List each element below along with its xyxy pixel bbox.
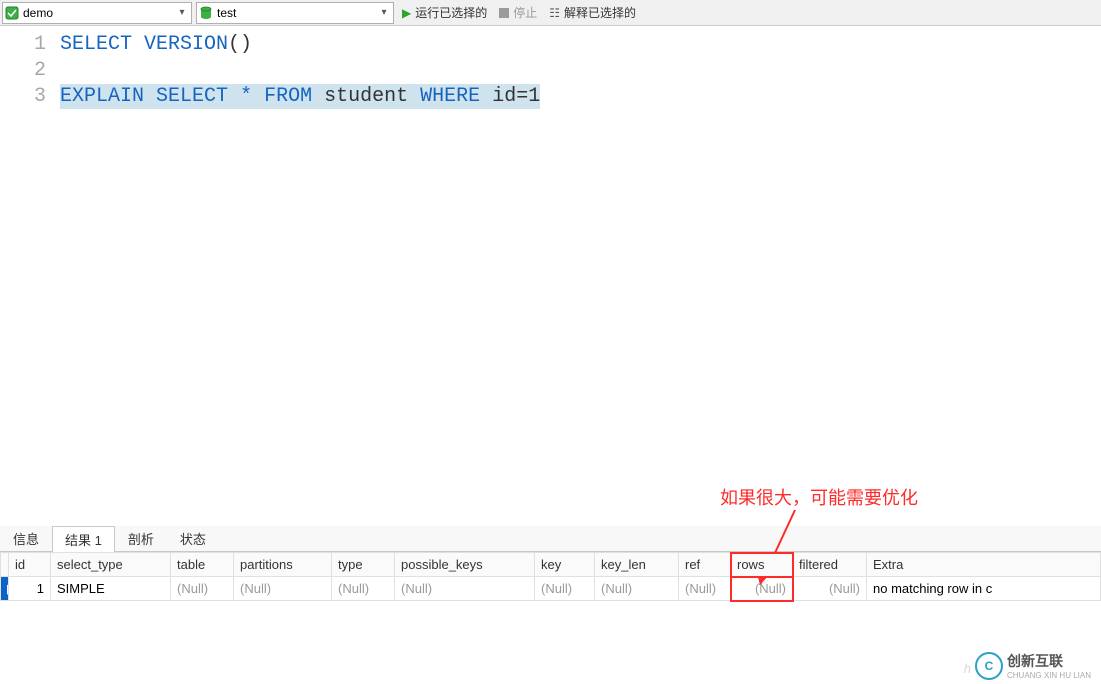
cell-ref[interactable]: (Null) bbox=[679, 577, 731, 601]
tab-info[interactable]: 信息 bbox=[0, 525, 52, 551]
database-dropdown[interactable]: test ▾ bbox=[196, 2, 394, 24]
explain-label: 解释已选择的 bbox=[564, 4, 636, 21]
cell-table[interactable]: (Null) bbox=[171, 577, 234, 601]
col-extra[interactable]: Extra bbox=[867, 553, 1101, 577]
stop-label: 停止 bbox=[513, 4, 537, 21]
col-table[interactable]: table bbox=[171, 553, 234, 577]
line-gutter: 1 2 3 bbox=[0, 32, 60, 526]
code-line: EXPLAIN SELECT * FROM student WHERE id=1 bbox=[60, 84, 1101, 110]
row-selector[interactable]: ▶ bbox=[1, 577, 9, 601]
sql-editor[interactable]: 1 2 3 SELECT VERSION() EXPLAIN SELECT * … bbox=[0, 26, 1101, 526]
explain-button[interactable]: ☷ 解释已选择的 bbox=[545, 4, 640, 21]
chevron-down-icon: ▾ bbox=[377, 7, 391, 18]
logo-icon: C bbox=[975, 652, 1003, 680]
col-filtered[interactable]: filtered bbox=[793, 553, 867, 577]
col-key-len[interactable]: key_len bbox=[595, 553, 679, 577]
logo-sub: CHUANG XIN HU LIAN bbox=[1007, 671, 1091, 680]
play-icon: ▶ bbox=[402, 6, 411, 20]
col-id[interactable]: id bbox=[9, 553, 51, 577]
logo-text: 创新互联 bbox=[1007, 653, 1063, 669]
line-number: 2 bbox=[0, 58, 46, 84]
code-area[interactable]: SELECT VERSION() EXPLAIN SELECT * FROM s… bbox=[60, 32, 1101, 526]
cell-select-type[interactable]: SIMPLE bbox=[51, 577, 171, 601]
col-partitions[interactable]: partitions bbox=[234, 553, 332, 577]
run-label: 运行已选择的 bbox=[415, 4, 487, 21]
col-key[interactable]: key bbox=[535, 553, 595, 577]
stop-icon bbox=[499, 8, 509, 18]
cell-id[interactable]: 1 bbox=[9, 577, 51, 601]
database-label: test bbox=[217, 6, 373, 20]
cell-rows[interactable]: (Null) bbox=[731, 577, 793, 601]
cell-key[interactable]: (Null) bbox=[535, 577, 595, 601]
code-line bbox=[60, 58, 1101, 84]
col-select-type[interactable]: select_type bbox=[51, 553, 171, 577]
tab-result[interactable]: 结果 1 bbox=[52, 526, 115, 552]
connection-label: demo bbox=[23, 6, 171, 20]
result-grid: id select_type table partitions type pos… bbox=[0, 552, 1101, 601]
table-row[interactable]: ▶ 1 SIMPLE (Null) (Null) (Null) (Null) (… bbox=[1, 577, 1101, 601]
annotation-text: 如果很大，可能需要优化 bbox=[720, 484, 918, 510]
connection-dropdown[interactable]: demo ▾ bbox=[2, 2, 192, 24]
col-rows[interactable]: rows bbox=[731, 553, 793, 577]
header-row: id select_type table partitions type pos… bbox=[1, 553, 1101, 577]
cell-type[interactable]: (Null) bbox=[332, 577, 395, 601]
tab-status[interactable]: 状态 bbox=[167, 525, 219, 551]
explain-icon: ☷ bbox=[549, 6, 560, 20]
col-possible-keys[interactable]: possible_keys bbox=[395, 553, 535, 577]
chevron-down-icon: ▾ bbox=[175, 7, 189, 18]
cell-partitions[interactable]: (Null) bbox=[234, 577, 332, 601]
tab-profile[interactable]: 剖析 bbox=[115, 525, 167, 551]
cell-key-len[interactable]: (Null) bbox=[595, 577, 679, 601]
run-button[interactable]: ▶ 运行已选择的 bbox=[398, 4, 491, 21]
result-tabs: 信息 结果 1 剖析 状态 bbox=[0, 526, 1101, 552]
database-icon bbox=[199, 6, 213, 20]
code-line: SELECT VERSION() bbox=[60, 32, 1101, 58]
line-number: 3 bbox=[0, 84, 46, 110]
col-ref[interactable]: ref bbox=[679, 553, 731, 577]
cell-filtered[interactable]: (Null) bbox=[793, 577, 867, 601]
cell-possible-keys[interactable]: (Null) bbox=[395, 577, 535, 601]
line-number: 1 bbox=[0, 32, 46, 58]
col-type[interactable]: type bbox=[332, 553, 395, 577]
row-header-blank bbox=[1, 553, 9, 577]
cell-extra[interactable]: no matching row in c bbox=[867, 577, 1101, 601]
logo: C 创新互联 CHUANG XIN HU LIAN bbox=[971, 649, 1095, 682]
connection-icon bbox=[5, 6, 19, 20]
stop-button: 停止 bbox=[495, 4, 541, 21]
toolbar: demo ▾ test ▾ ▶ 运行已选择的 停止 ☷ 解释已选择的 bbox=[0, 0, 1101, 26]
